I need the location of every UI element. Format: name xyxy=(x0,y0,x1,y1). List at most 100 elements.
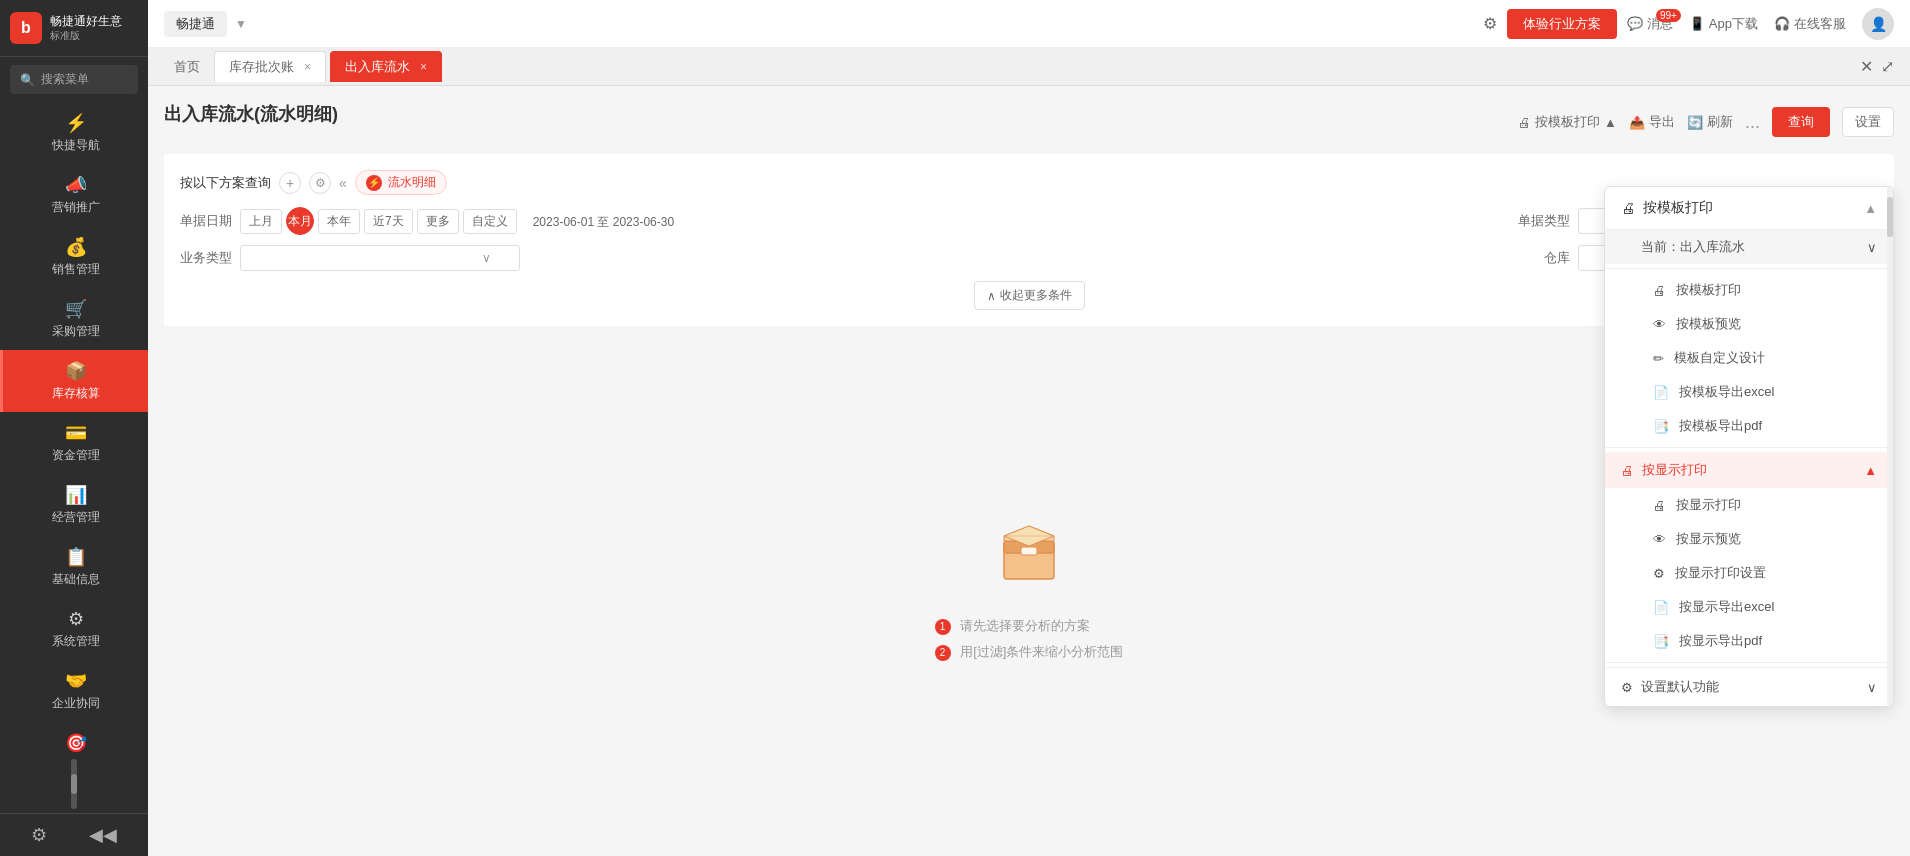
sidebar-settings-button[interactable]: ⚙ xyxy=(31,824,47,846)
topbar-profile: 畅捷通 ▼ xyxy=(164,11,1473,37)
biz-type-select[interactable]: ∨ xyxy=(240,245,520,271)
tip-num-2: 2 xyxy=(935,645,951,661)
dropdown-item-display-excel[interactable]: 📄 按显示导出excel xyxy=(1605,590,1893,624)
sidebar-collapse-button[interactable]: ◀◀ xyxy=(89,824,117,846)
dropdown-print-icon: 🖨 xyxy=(1621,200,1635,216)
topbar-settings-icon[interactable]: ⚙ xyxy=(1483,14,1497,33)
refresh-btn[interactable]: 🔄 刷新 xyxy=(1687,113,1733,131)
settings-default-icon: ⚙ xyxy=(1621,680,1633,695)
display-print-section-icon: 🖨 xyxy=(1621,463,1634,478)
empty-tips: 1 请先选择要分析的方案 2 用[过滤]条件来缩小分析范围 xyxy=(935,613,1124,665)
sidebar-item-purchase[interactable]: 🛒 采购管理 xyxy=(0,288,148,350)
sidebar-item-collab[interactable]: 🤝 企业协同 xyxy=(0,660,148,722)
svg-rect-2 xyxy=(1021,547,1037,555)
service-icon: 🎧 xyxy=(1774,16,1790,31)
filter-add-btn[interactable]: + xyxy=(279,172,301,194)
date-btn-more[interactable]: 更多 xyxy=(417,209,459,234)
profile-dropdown-arrow[interactable]: ▼ xyxy=(235,17,247,31)
sidebar-item-quick-nav[interactable]: ⚡ 快捷导航 xyxy=(0,102,148,164)
sidebar-item-guide[interactable]: 🎯 新手引导 xyxy=(0,722,148,755)
dropdown-item-template-pdf[interactable]: 📑 按模板导出pdf xyxy=(1605,409,1893,443)
sidebar-item-basic[interactable]: 📋 基础信息 xyxy=(0,536,148,598)
empty-tip-2: 2 用[过滤]条件来缩小分析范围 xyxy=(935,639,1124,665)
dropdown-item-template-excel[interactable]: 📄 按模板导出excel xyxy=(1605,375,1893,409)
date-label: 单据日期 xyxy=(180,212,232,230)
dropdown-current-item[interactable]: 当前：出入库流水 ∨ xyxy=(1605,230,1893,264)
query-btn[interactable]: 查询 xyxy=(1772,107,1830,137)
dropdown-section-display-print[interactable]: 🖨 按显示打印 ▲ xyxy=(1605,452,1893,488)
app-icon: 📱 xyxy=(1689,16,1705,31)
user-avatar[interactable]: 👤 xyxy=(1862,8,1894,40)
template-custom-label: 模板自定义设计 xyxy=(1674,349,1765,367)
profile-name[interactable]: 畅捷通 xyxy=(164,11,227,37)
empty-icon xyxy=(989,513,1069,593)
tab-batch-close[interactable]: × xyxy=(304,60,311,74)
tab-flow-close[interactable]: × xyxy=(420,60,427,74)
sidebar-search-area: 🔍 搜索菜单 xyxy=(0,57,148,102)
display-preview-label: 按显示预览 xyxy=(1676,530,1741,548)
date-btn-last-month[interactable]: 上月 xyxy=(240,209,282,234)
template-pdf-icon: 📑 xyxy=(1653,419,1669,434)
dropdown-header: 🖨 按模板打印 ▲ xyxy=(1605,187,1893,230)
dropdown-item-display-pdf[interactable]: 📑 按显示导出pdf xyxy=(1605,624,1893,658)
template-print-btn[interactable]: 🖨 按模板打印 ▲ xyxy=(1518,113,1617,131)
template-custom-icon: ✏ xyxy=(1653,351,1664,366)
filter-collapse-btn[interactable]: « xyxy=(339,175,347,191)
dropdown-item-template-print[interactable]: 🖨 按模板打印 xyxy=(1605,273,1893,307)
template-print-arrow: ▲ xyxy=(1604,115,1617,130)
sidebar-item-marketing[interactable]: 📣 营销推广 xyxy=(0,164,148,226)
sidebar-item-operation[interactable]: 📊 经营管理 xyxy=(0,474,148,536)
date-btn-this-month[interactable]: 本月 xyxy=(286,207,314,235)
collapse-more-btn[interactable]: ∧ 收起更多条件 xyxy=(974,281,1085,310)
tab-home[interactable]: 首页 xyxy=(164,52,210,82)
service-label: 在线客服 xyxy=(1794,15,1846,33)
sidebar-item-system[interactable]: ⚙ 系统管理 xyxy=(0,598,148,660)
tab-in-out-flow[interactable]: 出入库流水 × xyxy=(330,51,442,82)
dropdown-item-display-print[interactable]: 🖨 按显示打印 xyxy=(1605,488,1893,522)
tab-maximize-button[interactable]: ⤢ xyxy=(1881,57,1894,76)
search-menu-button[interactable]: 🔍 搜索菜单 xyxy=(10,65,138,94)
basic-icon: 📋 xyxy=(65,546,87,568)
filter-set-btn[interactable]: ⚙ xyxy=(309,172,331,194)
filter-tag-icon: ⚡ xyxy=(366,175,382,191)
printer-icon: 🖨 xyxy=(1518,115,1531,130)
tab-close-all-button[interactable]: ✕ xyxy=(1860,57,1873,76)
trial-btn[interactable]: 体验行业方案 xyxy=(1507,9,1617,39)
date-btn-7days[interactable]: 近7天 xyxy=(364,209,413,234)
dropdown-item-display-settings[interactable]: ⚙ 按显示打印设置 xyxy=(1605,556,1893,590)
logo-text-block: 畅捷通好生意 标准版 xyxy=(50,13,122,44)
export-btn[interactable]: 📤 导出 xyxy=(1629,113,1675,131)
dropdown-footer[interactable]: ⚙ 设置默认功能 ∨ xyxy=(1605,667,1893,706)
display-pdf-label: 按显示导出pdf xyxy=(1679,632,1762,650)
dropdown-panel: 🖨 按模板打印 ▲ 当前：出入库流水 ∨ 🖨 按模板打印 👁 按模板预览 xyxy=(1604,186,1894,707)
sidebar-item-inventory[interactable]: 📦 库存核算 xyxy=(0,350,148,412)
more-actions-btn[interactable]: ... xyxy=(1745,113,1760,131)
sidebar-item-sales[interactable]: 💰 销售管理 xyxy=(0,226,148,288)
sidebar-item-finance[interactable]: 💳 资金管理 xyxy=(0,412,148,474)
sidebar-nav: ⚡ 快捷导航 📣 营销推广 💰 销售管理 🛒 采购管理 📦 库存核算 💳 资金管… xyxy=(0,102,148,755)
dropdown-item-display-preview[interactable]: 👁 按显示预览 xyxy=(1605,522,1893,556)
online-service-btn[interactable]: 🎧 在线客服 xyxy=(1774,15,1846,33)
finance-label: 资金管理 xyxy=(52,447,100,464)
dropdown-collapse-btn[interactable]: ▲ xyxy=(1864,201,1877,216)
message-badge: 99+ xyxy=(1656,9,1681,22)
date-btn-this-year[interactable]: 本年 xyxy=(318,209,360,234)
filter-tag-flow: ⚡ 流水明细 xyxy=(355,170,447,195)
display-print-icon: 🖨 xyxy=(1653,498,1666,513)
inventory-icon: 📦 xyxy=(65,360,87,382)
date-range-display: 2023-06-01 至 2023-06-30 xyxy=(533,212,674,231)
settings-btn[interactable]: 设置 xyxy=(1842,107,1894,137)
tab-batch-account[interactable]: 库存批次账 × xyxy=(214,51,326,82)
topbar: 畅捷通 ▼ ⚙ 体验行业方案 💬 消息 99+ 📱 App下载 🎧 在线客服 👤 xyxy=(148,0,1910,48)
date-btn-custom[interactable]: 自定义 xyxy=(463,209,517,234)
dropdown-item-template-preview[interactable]: 👁 按模板预览 xyxy=(1605,307,1893,341)
display-preview-icon: 👁 xyxy=(1653,532,1666,547)
message-btn[interactable]: 💬 消息 99+ xyxy=(1627,15,1673,33)
tabbar: 首页 库存批次账 × 出入库流水 × ✕ ⤢ xyxy=(148,48,1910,86)
main-area: 畅捷通 ▼ ⚙ 体验行业方案 💬 消息 99+ 📱 App下载 🎧 在线客服 👤 xyxy=(148,0,1910,856)
template-pdf-label: 按模板导出pdf xyxy=(1679,417,1762,435)
filter-label: 按以下方案查询 xyxy=(180,174,271,192)
app-download-btn[interactable]: 📱 App下载 xyxy=(1689,15,1758,33)
template-excel-icon: 📄 xyxy=(1653,385,1669,400)
dropdown-item-template-custom[interactable]: ✏ 模板自定义设计 xyxy=(1605,341,1893,375)
